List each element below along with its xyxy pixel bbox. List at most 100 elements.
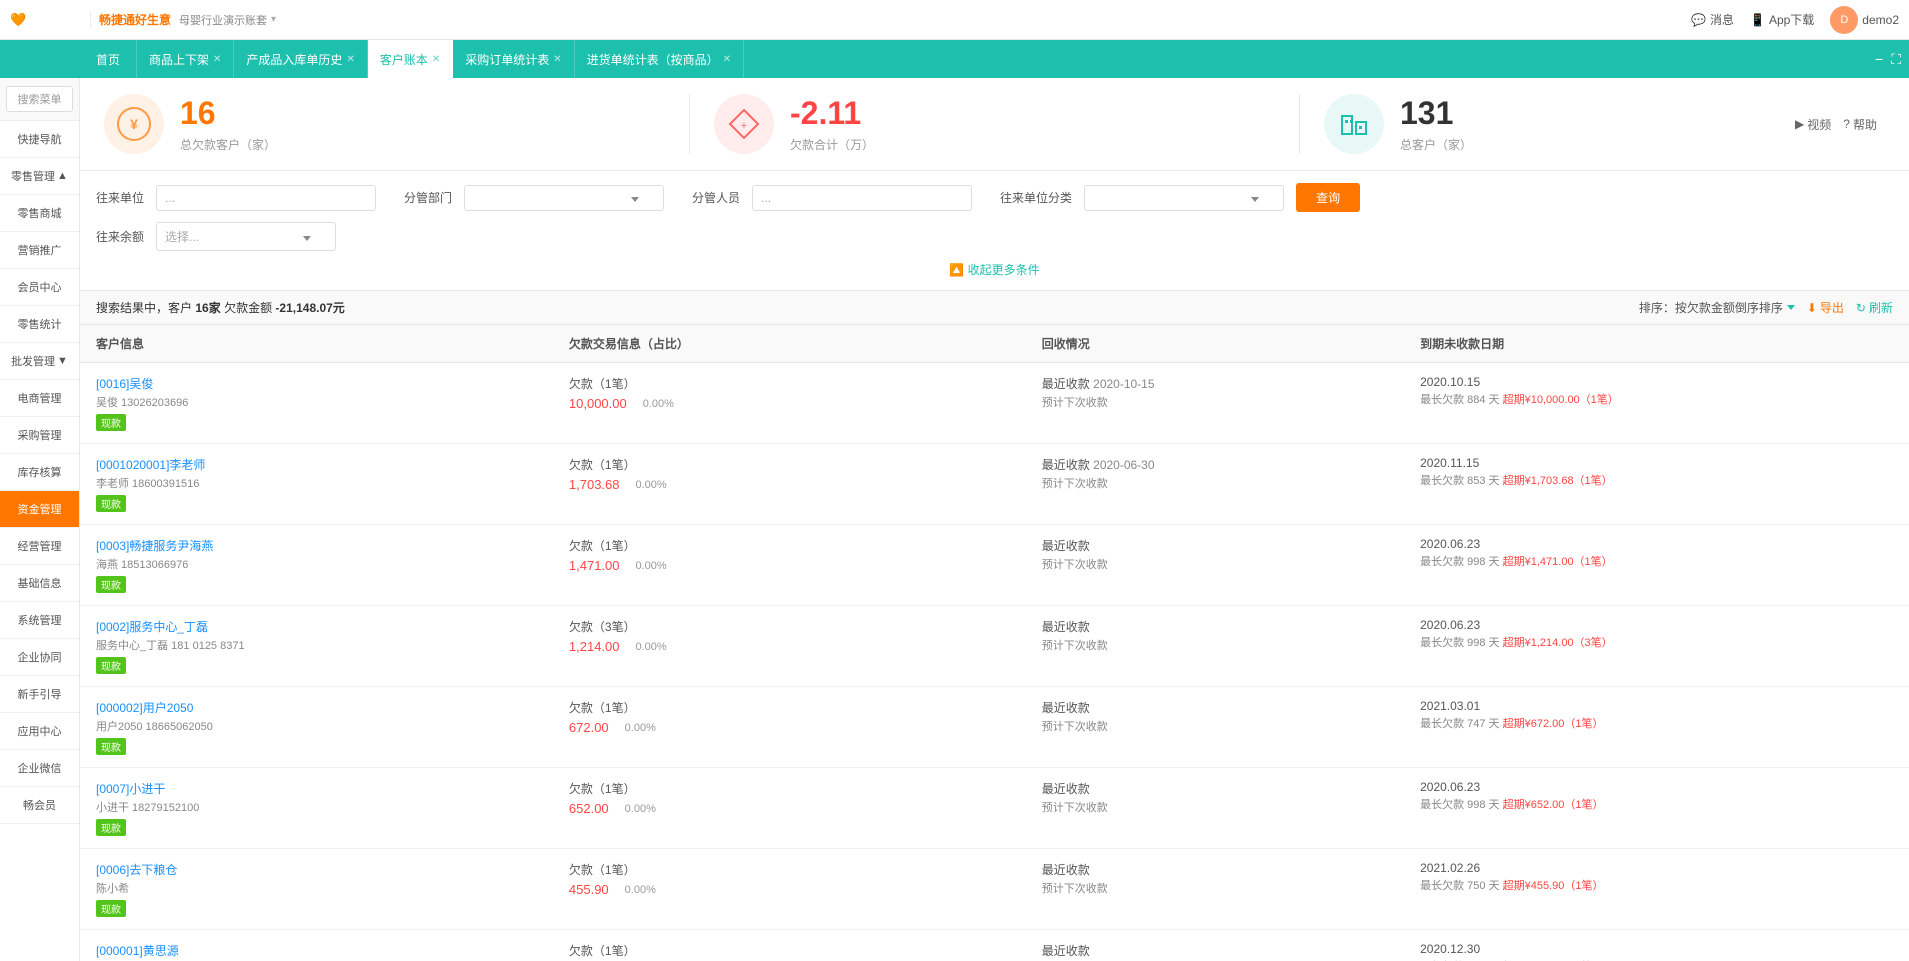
sidebar-item-capital-mgmt[interactable]: 资金管理 bbox=[0, 491, 79, 528]
overdue-link[interactable]: 超期¥672.00（1笔） bbox=[1503, 718, 1604, 730]
sidebar-item-enterprise-wechat[interactable]: 企业微信 bbox=[0, 750, 79, 787]
sidebar-item-member-vip[interactable]: 畅会员 bbox=[0, 787, 79, 824]
customer-tag: 现款 bbox=[96, 576, 126, 593]
balance-select[interactable]: 选择... bbox=[156, 222, 336, 251]
message-btn[interactable]: 💬 消息 bbox=[1691, 11, 1734, 28]
sidebar-item-inventory-check[interactable]: 库存核算 bbox=[0, 454, 79, 491]
sidebar-item-retail-stats[interactable]: 零售统计 bbox=[0, 306, 79, 343]
tab-label: 采购订单统计表 bbox=[465, 51, 549, 68]
customer-name-link[interactable]: [0002]服务中心_丁磊 bbox=[96, 620, 208, 634]
tab-purchase-order[interactable]: 采购订单统计表 ✕ bbox=[453, 40, 574, 78]
nav-maximize-icon[interactable]: ⛶ bbox=[1891, 51, 1901, 68]
unit-category-select[interactable] bbox=[1084, 185, 1284, 211]
from-unit-input[interactable]: ... bbox=[156, 185, 376, 211]
sidebar-item-marketing[interactable]: 营销推广 bbox=[0, 232, 79, 269]
main-layout: 搜索菜单 快捷导航 零售管理 ▲ 零售商城 营销推广 会员中心 零售统计 批发管… bbox=[0, 78, 1909, 961]
sidebar-item-quick-nav[interactable]: 快捷导航 bbox=[0, 121, 79, 158]
recovery-label: 最近收款 2020-10-15 bbox=[1042, 375, 1420, 392]
tab-customer-account[interactable]: 客户账本 ✕ bbox=[368, 40, 453, 78]
stat-card-2-info: -2.11 欠款合计（万） bbox=[790, 95, 874, 153]
customer-name-link[interactable]: [0016]吴俊 bbox=[96, 377, 153, 391]
sidebar-item-app-center[interactable]: 应用中心 bbox=[0, 713, 79, 750]
customer-name-link[interactable]: [000002]用户2050 bbox=[96, 701, 193, 715]
help-icon: ? bbox=[1843, 117, 1850, 131]
debt-count: 欠款（3笔） bbox=[569, 618, 1042, 635]
debt-cell: 欠款（1笔） 1,703.68 0.00% bbox=[569, 456, 1042, 512]
tab-label: 客户账本 bbox=[380, 51, 428, 68]
video-btn[interactable]: ▶ 视频 bbox=[1795, 116, 1831, 133]
video-icon: ▶ bbox=[1795, 117, 1804, 131]
recovery-next: 预计下次收款 bbox=[1042, 556, 1420, 572]
tab-close-icon[interactable]: ✕ bbox=[213, 54, 221, 65]
debt-count: 欠款（1笔） bbox=[569, 456, 1042, 473]
debt-cell: 欠款（1笔） 652.00 0.00% bbox=[569, 780, 1042, 836]
sidebar-item-system-mgmt[interactable]: 系统管理 bbox=[0, 602, 79, 639]
tab-inventory-summary[interactable]: 进货单统计表（按商品） ✕ bbox=[575, 40, 744, 78]
table-row: [0003]畅捷服务尹海燕 海燕 18513066976 现款 欠款（1笔） 1… bbox=[80, 525, 1909, 606]
debt-count: 欠款（1笔） bbox=[569, 780, 1042, 797]
refresh-button[interactable]: ↻ 刷新 bbox=[1856, 299, 1893, 316]
sort-chevron-icon bbox=[1787, 305, 1795, 310]
table-header: 客户信息 欠款交易信息（占比） 回收情况 到期未收款日期 bbox=[80, 325, 1909, 363]
overdue-link[interactable]: 超期¥10,000.00（1笔） bbox=[1503, 394, 1619, 406]
tab-products-shelf[interactable]: 商品上下架 ✕ bbox=[137, 40, 234, 78]
customer-name-link[interactable]: [0006]去下粮仓 bbox=[96, 863, 177, 877]
export-button[interactable]: ⬇ 导出 bbox=[1807, 299, 1844, 316]
user-menu[interactable]: D demo2 bbox=[1830, 6, 1899, 34]
table-row: [000001]黄思源 黄思源 13552700226 现款 欠款（1笔） 42… bbox=[80, 930, 1909, 961]
sidebar-label: 批发管理 bbox=[11, 353, 55, 369]
sidebar-item-retail-mgmt[interactable]: 零售管理 ▲ bbox=[0, 158, 79, 195]
sidebar-item-batch-mgmt[interactable]: 批发管理 ▼ bbox=[0, 343, 79, 380]
recovery-label: 最近收款 bbox=[1042, 618, 1420, 635]
recovery-label-text: 最近收款 bbox=[1042, 377, 1090, 391]
person-input[interactable]: ... bbox=[752, 185, 972, 211]
sidebar-item-purchase-mgmt[interactable]: 采购管理 bbox=[0, 417, 79, 454]
tab-close-icon[interactable]: ✕ bbox=[346, 54, 354, 65]
tab-home[interactable]: 首页 bbox=[80, 40, 137, 78]
sidebar-item-new-guide[interactable]: 新手引导 bbox=[0, 676, 79, 713]
debt-amount: 1,471.00 bbox=[569, 558, 620, 573]
overdue-link[interactable]: 超期¥1,214.00（3笔） bbox=[1503, 637, 1613, 649]
debt-cell: 欠款（1笔） 672.00 0.00% bbox=[569, 699, 1042, 755]
sidebar-item-ecom-mgmt[interactable]: 电商管理 bbox=[0, 380, 79, 417]
balance-chevron bbox=[303, 230, 311, 244]
overdue-days: 最长欠款 747 天 bbox=[1420, 718, 1499, 730]
collapse-icon: 🔼 bbox=[949, 263, 964, 277]
sidebar-item-retail-store[interactable]: 零售商城 bbox=[0, 195, 79, 232]
query-button[interactable]: 查询 bbox=[1296, 183, 1360, 212]
nav-minimize-icon[interactable]: − bbox=[1875, 51, 1883, 67]
tab-production-history[interactable]: 产成品入库单历史 ✕ bbox=[234, 40, 367, 78]
help-btn[interactable]: ? 帮助 bbox=[1843, 116, 1877, 133]
customer-name-link[interactable]: [0007]小进干 bbox=[96, 782, 165, 796]
debt-cell: 欠款（1笔） 429.00 0.00% bbox=[569, 942, 1042, 961]
search-menu-input[interactable]: 搜索菜单 bbox=[6, 86, 73, 112]
sidebar-item-member-center[interactable]: 会员中心 bbox=[0, 269, 79, 306]
customer-name-link[interactable]: [0003]畅捷服务尹海燕 bbox=[96, 539, 213, 553]
tab-close-icon[interactable]: ✕ bbox=[723, 54, 731, 65]
overdue-link[interactable]: 超期¥652.00（1笔） bbox=[1503, 799, 1604, 811]
table-row: [0002]服务中心_丁磊 服务中心_丁磊 181 0125 8371 现款 欠… bbox=[80, 606, 1909, 687]
sidebar-label: 电商管理 bbox=[18, 393, 62, 405]
message-icon: 💬 bbox=[1691, 13, 1706, 27]
overdue-link[interactable]: 超期¥1,703.68（1笔） bbox=[1503, 475, 1613, 487]
debt-count: 欠款（1笔） bbox=[569, 861, 1042, 878]
app-download-btn[interactable]: 📱 App下载 bbox=[1750, 11, 1814, 28]
due-overdue: 最长欠款 998 天 超期¥652.00（1笔） bbox=[1420, 796, 1893, 812]
sidebar-item-basic-info[interactable]: 基础信息 bbox=[0, 565, 79, 602]
sort-button[interactable]: 排序：按欠款金额倒序排序 bbox=[1639, 299, 1795, 316]
overdue-link[interactable]: 超期¥1,471.00（1笔） bbox=[1503, 556, 1613, 568]
stat-icon-total bbox=[1324, 94, 1384, 154]
recovery-label: 最近收款 bbox=[1042, 537, 1420, 554]
overdue-link[interactable]: 超期¥455.90（1笔） bbox=[1503, 880, 1604, 892]
sidebar-item-enterprise-collab[interactable]: 企业协同 bbox=[0, 639, 79, 676]
tab-close-icon[interactable]: ✕ bbox=[553, 54, 561, 65]
collapse-btn[interactable]: 🔼 收起更多条件 bbox=[96, 261, 1893, 278]
tab-close-icon[interactable]: ✕ bbox=[432, 54, 440, 65]
customer-name-link[interactable]: [0001020001]李老师 bbox=[96, 458, 205, 472]
nav-dropdown-icon[interactable]: ▾ bbox=[271, 14, 276, 25]
customer-name-link[interactable]: [000001]黄思源 bbox=[96, 944, 179, 958]
due-overdue: 最长欠款 884 天 超期¥10,000.00（1笔） bbox=[1420, 391, 1893, 407]
dept-select[interactable] bbox=[464, 185, 664, 211]
sidebar-item-biz-mgmt[interactable]: 经营管理 bbox=[0, 528, 79, 565]
unit-category-chevron bbox=[1251, 191, 1259, 205]
